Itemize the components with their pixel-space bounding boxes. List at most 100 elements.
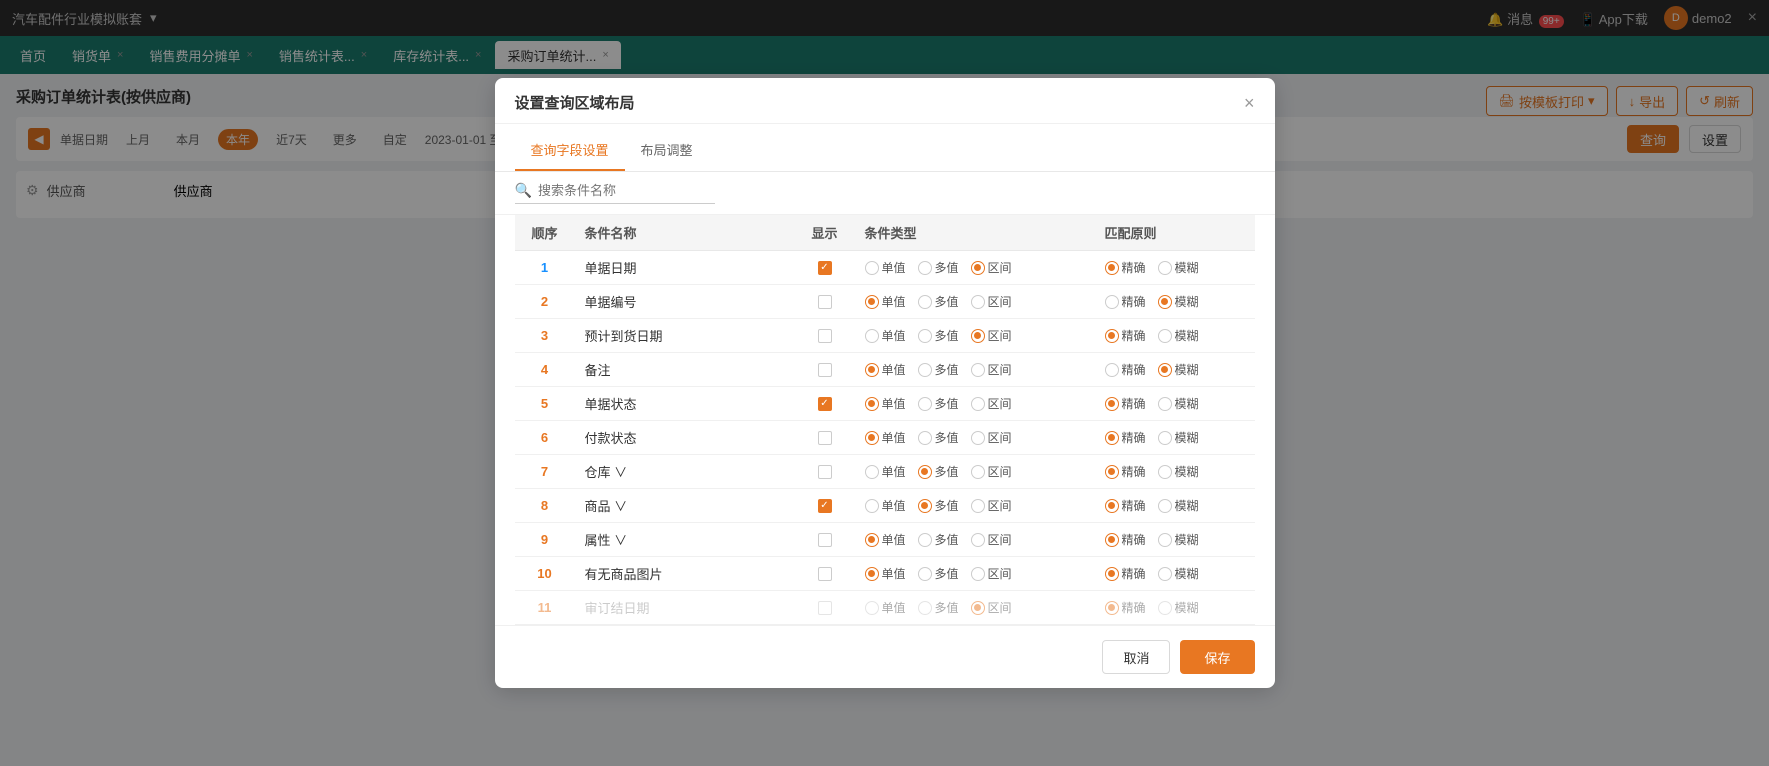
match-radio-模糊[interactable]: 模糊 bbox=[1158, 429, 1199, 446]
row-checkbox[interactable] bbox=[818, 363, 832, 377]
match-radio-精确[interactable]: 精确 bbox=[1105, 531, 1146, 548]
type-radio-区间[interactable]: 区间 bbox=[971, 565, 1012, 582]
row-checkbox[interactable] bbox=[818, 295, 832, 309]
type-radio-单值[interactable]: 单值 bbox=[865, 599, 906, 616]
type-radio-单值[interactable]: 单值 bbox=[865, 259, 906, 276]
row-checkbox[interactable] bbox=[818, 465, 832, 479]
row-order: 9 bbox=[515, 523, 575, 557]
type-radio-多值[interactable]: 多值 bbox=[918, 395, 959, 412]
match-radio-精确[interactable]: 精确 bbox=[1105, 327, 1146, 344]
type-radio-多值[interactable]: 多值 bbox=[918, 599, 959, 616]
type-radio-区间[interactable]: 区间 bbox=[971, 463, 1012, 480]
match-radio-模糊[interactable]: 模糊 bbox=[1158, 599, 1199, 616]
table-row: 5单据状态✓单值多值区间精确模糊 bbox=[515, 387, 1255, 421]
row-checkbox-cell bbox=[795, 353, 855, 387]
type-radio-区间[interactable]: 区间 bbox=[971, 429, 1012, 446]
row-order: 2 bbox=[515, 285, 575, 319]
type-radio-区间[interactable]: 区间 bbox=[971, 531, 1012, 548]
match-radio-精确[interactable]: 精确 bbox=[1105, 429, 1146, 446]
type-radio-区间[interactable]: 区间 bbox=[971, 361, 1012, 378]
type-radio-多值[interactable]: 多值 bbox=[918, 497, 959, 514]
table-row: 3预计到货日期单值多值区间精确模糊 bbox=[515, 319, 1255, 353]
type-radio-单值[interactable]: 单值 bbox=[865, 293, 906, 310]
type-radio-区间[interactable]: 区间 bbox=[971, 395, 1012, 412]
dialog-table: 顺序 条件名称 显示 条件类型 匹配原则 1单据日期✓单值多值区间精确模糊2单据… bbox=[495, 215, 1275, 625]
save-btn[interactable]: 保存 bbox=[1180, 640, 1254, 674]
row-checkbox[interactable] bbox=[818, 601, 832, 615]
match-radio-模糊[interactable]: 模糊 bbox=[1158, 361, 1199, 378]
dialog-close-btn[interactable]: × bbox=[1244, 94, 1255, 112]
row-checkbox[interactable] bbox=[818, 431, 832, 445]
match-radio-模糊[interactable]: 模糊 bbox=[1158, 327, 1199, 344]
table-row: 7仓库 ∨单值多值区间精确模糊 bbox=[515, 455, 1255, 489]
match-radio-模糊[interactable]: 模糊 bbox=[1158, 497, 1199, 514]
match-radio-模糊[interactable]: 模糊 bbox=[1158, 463, 1199, 480]
row-checkbox[interactable] bbox=[818, 533, 832, 547]
row-checkbox[interactable]: ✓ bbox=[818, 397, 832, 411]
row-name: 付款状态 bbox=[575, 421, 795, 455]
row-match-cell: 精确模糊 bbox=[1095, 523, 1255, 557]
type-radio-单值[interactable]: 单值 bbox=[865, 497, 906, 514]
type-radio-区间[interactable]: 区间 bbox=[971, 259, 1012, 276]
type-radio-多值[interactable]: 多值 bbox=[918, 361, 959, 378]
type-radio-区间[interactable]: 区间 bbox=[971, 497, 1012, 514]
dialog-tab-layout[interactable]: 布局调整 bbox=[625, 134, 709, 171]
dialog-search-area: 🔍 bbox=[495, 172, 1275, 215]
type-radio-单值[interactable]: 单值 bbox=[865, 361, 906, 378]
row-checkbox-cell bbox=[795, 591, 855, 625]
match-radio-精确[interactable]: 精确 bbox=[1105, 293, 1146, 310]
search-wrap: 🔍 bbox=[515, 182, 715, 204]
row-checkbox[interactable] bbox=[818, 567, 832, 581]
row-match-cell: 精确模糊 bbox=[1095, 421, 1255, 455]
row-name: 有无商品图片 bbox=[575, 557, 795, 591]
search-input[interactable] bbox=[538, 183, 698, 198]
match-radio-精确[interactable]: 精确 bbox=[1105, 463, 1146, 480]
type-radio-多值[interactable]: 多值 bbox=[918, 259, 959, 276]
type-radio-多值[interactable]: 多值 bbox=[918, 327, 959, 344]
match-radio-模糊[interactable]: 模糊 bbox=[1158, 531, 1199, 548]
match-radio-模糊[interactable]: 模糊 bbox=[1158, 259, 1199, 276]
match-radio-精确[interactable]: 精确 bbox=[1105, 497, 1146, 514]
dialog-tabs: 查询字段设置 布局调整 bbox=[495, 124, 1275, 172]
row-order: 4 bbox=[515, 353, 575, 387]
row-type-cell: 单值多值区间 bbox=[855, 387, 1095, 421]
row-type-cell: 单值多值区间 bbox=[855, 489, 1095, 523]
type-radio-多值[interactable]: 多值 bbox=[918, 463, 959, 480]
type-radio-单值[interactable]: 单值 bbox=[865, 327, 906, 344]
match-radio-精确[interactable]: 精确 bbox=[1105, 565, 1146, 582]
modal-overlay: 设置查询区域布局 × 查询字段设置 布局调整 🔍 顺序 条件名称 显示 bbox=[0, 0, 1769, 766]
type-radio-多值[interactable]: 多值 bbox=[918, 531, 959, 548]
row-checkbox[interactable]: ✓ bbox=[818, 261, 832, 275]
type-radio-多值[interactable]: 多值 bbox=[918, 565, 959, 582]
type-radio-区间[interactable]: 区间 bbox=[971, 327, 1012, 344]
row-name: 属性 ∨ bbox=[575, 523, 795, 557]
type-radio-单值[interactable]: 单值 bbox=[865, 395, 906, 412]
match-radio-精确[interactable]: 精确 bbox=[1105, 361, 1146, 378]
col-name: 条件名称 bbox=[575, 215, 795, 251]
match-radio-模糊[interactable]: 模糊 bbox=[1158, 293, 1199, 310]
row-match-cell: 精确模糊 bbox=[1095, 285, 1255, 319]
row-order: 3 bbox=[515, 319, 575, 353]
row-checkbox[interactable]: ✓ bbox=[818, 499, 832, 513]
type-radio-单值[interactable]: 单值 bbox=[865, 531, 906, 548]
type-radio-多值[interactable]: 多值 bbox=[918, 293, 959, 310]
row-checkbox-cell bbox=[795, 455, 855, 489]
match-radio-模糊[interactable]: 模糊 bbox=[1158, 565, 1199, 582]
match-radio-精确[interactable]: 精确 bbox=[1105, 395, 1146, 412]
dialog-tab-query[interactable]: 查询字段设置 bbox=[515, 134, 625, 171]
row-type-cell: 单值多值区间 bbox=[855, 421, 1095, 455]
type-radio-单值[interactable]: 单值 bbox=[865, 429, 906, 446]
row-checkbox[interactable] bbox=[818, 329, 832, 343]
type-radio-多值[interactable]: 多值 bbox=[918, 429, 959, 446]
type-radio-单值[interactable]: 单值 bbox=[865, 463, 906, 480]
settings-dialog: 设置查询区域布局 × 查询字段设置 布局调整 🔍 顺序 条件名称 显示 bbox=[495, 78, 1275, 688]
type-radio-单值[interactable]: 单值 bbox=[865, 565, 906, 582]
row-name: 单据日期 bbox=[575, 251, 795, 285]
match-radio-模糊[interactable]: 模糊 bbox=[1158, 395, 1199, 412]
type-radio-区间[interactable]: 区间 bbox=[971, 599, 1012, 616]
type-radio-区间[interactable]: 区间 bbox=[971, 293, 1012, 310]
cancel-btn[interactable]: 取消 bbox=[1102, 640, 1170, 674]
row-checkbox-cell bbox=[795, 421, 855, 455]
match-radio-精确[interactable]: 精确 bbox=[1105, 599, 1146, 616]
match-radio-精确[interactable]: 精确 bbox=[1105, 259, 1146, 276]
